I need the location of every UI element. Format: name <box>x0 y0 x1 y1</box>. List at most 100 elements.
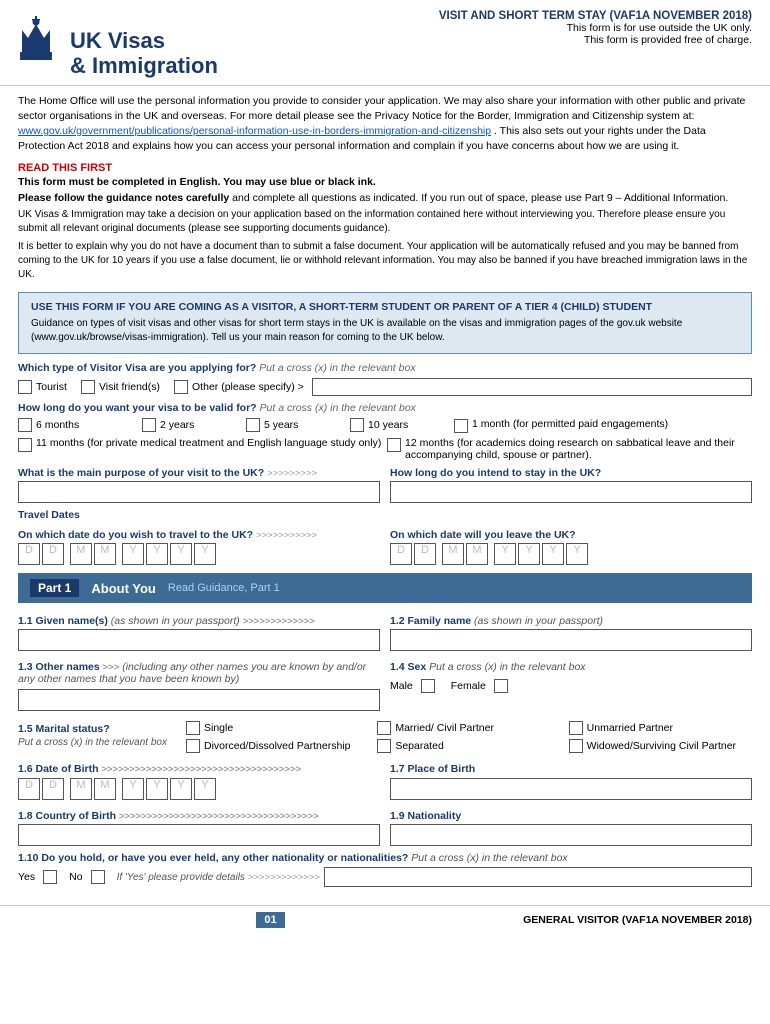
travel-y4[interactable]: Y <box>194 543 216 565</box>
f1-6-label: 1.6 Date of Birth >>>>>>>>>>>>>>>>>>>>>>… <box>18 763 380 775</box>
f1-row3: 1.6 Date of Birth >>>>>>>>>>>>>>>>>>>>>>… <box>18 757 752 800</box>
single-checkbox[interactable] <box>186 721 200 735</box>
intro-para3: It is better to explain why you do not h… <box>18 240 752 282</box>
yes-checkbox[interactable] <box>43 870 57 884</box>
travel-m1[interactable]: M <box>70 543 92 565</box>
6months-option[interactable]: 6 months <box>18 418 138 432</box>
male-option[interactable]: Male <box>390 679 435 693</box>
unmarried-option[interactable]: Unmarried Partner <box>569 721 752 735</box>
travel-dates-title: Travel Dates <box>18 509 752 521</box>
f1-row2: 1.3 Other names >>> (including any other… <box>18 655 752 711</box>
divorced-label: Divorced/Dissolved Partnership <box>204 740 350 752</box>
2years-label: 2 years <box>160 419 194 431</box>
travel-dates-row: On which date do you wish to travel to t… <box>18 523 752 565</box>
married-option[interactable]: Married/ Civil Partner <box>377 721 560 735</box>
other-label: Other (please specify) > <box>192 381 304 393</box>
intro-para2: UK Visas & Immigration may take a decisi… <box>18 208 752 236</box>
leave-y1[interactable]: Y <box>494 543 516 565</box>
f1-1-section: 1.1 Given name(s) (as shown in your pass… <box>18 609 380 651</box>
leave-d2[interactable]: D <box>414 543 436 565</box>
leave-d1[interactable]: D <box>390 543 412 565</box>
female-checkbox[interactable] <box>494 679 508 693</box>
12months-option[interactable]: 12 months (for academics doing research … <box>387 437 752 461</box>
10years-checkbox[interactable] <box>350 418 364 432</box>
divorced-option[interactable]: Divorced/Dissolved Partnership <box>186 739 369 753</box>
f1-8-input[interactable] <box>18 824 380 846</box>
privacy-link[interactable]: www.gov.uk/government/publications/perso… <box>18 125 491 137</box>
dob-y1[interactable]: Y <box>122 778 144 800</box>
travel-date-label: On which date do you wish to travel to t… <box>18 529 380 541</box>
f1-3-label: 1.3 Other names >>> (including any other… <box>18 661 380 685</box>
female-option[interactable]: Female <box>451 679 508 693</box>
travel-y1[interactable]: Y <box>122 543 144 565</box>
f1-5-label: 1.5 Marital status? <box>18 723 178 735</box>
f1-7-input[interactable] <box>390 778 752 800</box>
travel-y3[interactable]: Y <box>170 543 192 565</box>
11months-option[interactable]: 11 months (for private medical treatment… <box>18 437 383 452</box>
other-specify-input[interactable] <box>312 378 752 396</box>
travel-d2[interactable]: D <box>42 543 64 565</box>
male-checkbox[interactable] <box>421 679 435 693</box>
no-checkbox[interactable] <box>91 870 105 884</box>
dob-d2[interactable]: D <box>42 778 64 800</box>
dob-y4[interactable]: Y <box>194 778 216 800</box>
how-long-input[interactable] <box>390 481 752 503</box>
main-content: The Home Office will use the personal in… <box>0 86 770 896</box>
2years-checkbox[interactable] <box>142 418 156 432</box>
1month-checkbox[interactable] <box>454 419 468 433</box>
unmarried-checkbox[interactable] <box>569 721 583 735</box>
crown-logo <box>12 10 60 78</box>
travel-y2[interactable]: Y <box>146 543 168 565</box>
yes-option[interactable]: Yes <box>18 870 57 884</box>
visit-friends-checkbox[interactable] <box>81 380 95 394</box>
travel-d1[interactable]: D <box>18 543 40 565</box>
dob-y3[interactable]: Y <box>170 778 192 800</box>
1month-option[interactable]: 1 month (for permitted paid engagements) <box>454 418 752 433</box>
if-yes-input[interactable] <box>324 867 752 887</box>
divorced-checkbox[interactable] <box>186 739 200 753</box>
separated-checkbox[interactable] <box>377 739 391 753</box>
tourist-checkbox[interactable] <box>18 380 32 394</box>
single-option[interactable]: Single <box>186 721 369 735</box>
other-checkbox[interactable] <box>174 380 188 394</box>
dob-d1[interactable]: D <box>18 778 40 800</box>
dob-m1[interactable]: M <box>70 778 92 800</box>
logo-line2: & Immigration <box>70 53 218 78</box>
12months-checkbox[interactable] <box>387 438 401 452</box>
f1-3-input[interactable] <box>18 689 380 711</box>
5years-option[interactable]: 5 years <box>246 418 346 432</box>
visit-friends-option[interactable]: Visit friend(s) <box>81 380 160 394</box>
info-box-title: USE THIS FORM IF YOU ARE COMING AS A VIS… <box>31 301 739 313</box>
f1-1-input[interactable] <box>18 629 380 651</box>
leave-y4[interactable]: Y <box>566 543 588 565</box>
f1-9-input[interactable] <box>390 824 752 846</box>
yes-label: Yes <box>18 871 35 883</box>
part-title: About You <box>91 581 156 596</box>
married-checkbox[interactable] <box>377 721 391 735</box>
dob-m2[interactable]: M <box>94 778 116 800</box>
separated-option[interactable]: Separated <box>377 739 560 753</box>
tourist-option[interactable]: Tourist <box>18 380 67 394</box>
no-option[interactable]: No <box>69 870 104 884</box>
part-guidance[interactable]: Read Guidance, Part 1 <box>168 582 280 594</box>
11months-checkbox[interactable] <box>18 438 32 452</box>
widowed-checkbox[interactable] <box>569 739 583 753</box>
6months-checkbox[interactable] <box>18 418 32 432</box>
header-subtitle2: This form is provided free of charge. <box>439 34 752 46</box>
travel-m2[interactable]: M <box>94 543 116 565</box>
purpose-arrows: >>>>>>>>> <box>267 468 317 479</box>
10years-option[interactable]: 10 years <box>350 418 450 432</box>
other-option[interactable]: Other (please specify) > <box>174 378 752 396</box>
f1-2-input[interactable] <box>390 629 752 651</box>
f1-10-label: 1.10 Do you hold, or have you ever held,… <box>18 852 752 864</box>
leave-m1[interactable]: M <box>442 543 464 565</box>
widowed-option[interactable]: Widowed/Surviving Civil Partner <box>569 739 752 753</box>
leave-m2[interactable]: M <box>466 543 488 565</box>
main-purpose-input[interactable] <box>18 481 380 503</box>
leave-y2[interactable]: Y <box>518 543 540 565</box>
5years-checkbox[interactable] <box>246 418 260 432</box>
leave-y3[interactable]: Y <box>542 543 564 565</box>
2years-option[interactable]: 2 years <box>142 418 242 432</box>
header-subtitle1: This form is for use outside the UK only… <box>439 22 752 34</box>
dob-y2[interactable]: Y <box>146 778 168 800</box>
